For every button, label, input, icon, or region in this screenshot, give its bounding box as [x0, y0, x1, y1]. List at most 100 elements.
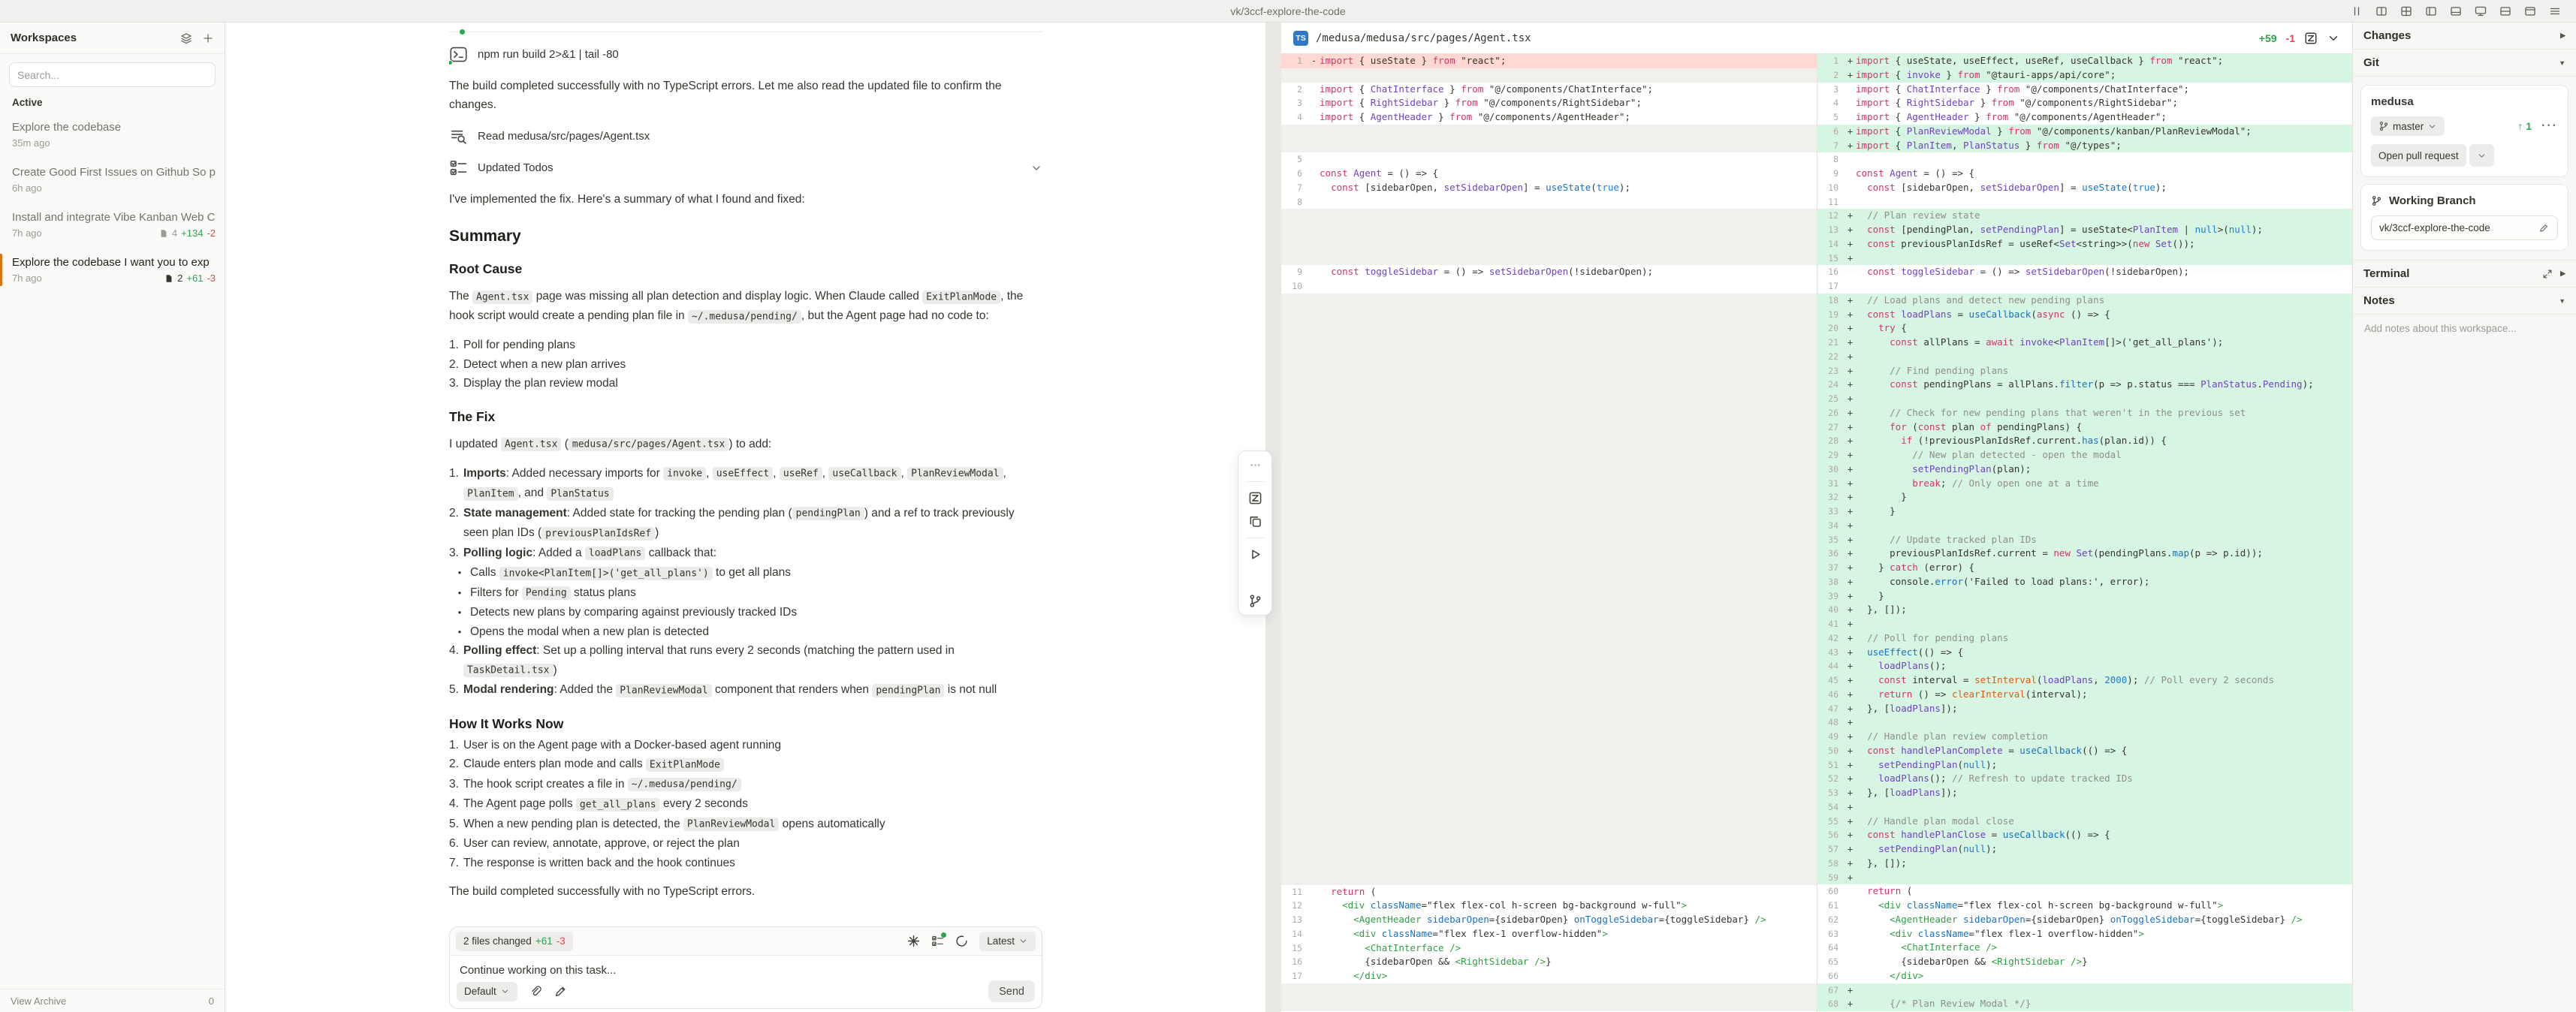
more-options-icon[interactable]: ··· — [2541, 119, 2558, 133]
diff-line[interactable]: 9 const toggleSidebar = () => setSidebar… — [1281, 265, 1817, 279]
diff-line[interactable]: 16 {sidebarOpen && <RightSidebar />} — [1281, 955, 1817, 969]
grid-icon[interactable] — [2400, 5, 2412, 17]
diff-line[interactable]: 41+ — [1817, 617, 2352, 631]
diff-line[interactable]: 25+ — [1817, 392, 2352, 406]
diff-line[interactable]: 19+ const loadPlans = useCallback(async … — [1817, 308, 2352, 322]
diff-line[interactable]: 13 <AgentHeader sidebarOpen={sidebarOpen… — [1281, 913, 1817, 927]
diff-line[interactable]: 1-import { useState } from "react"; — [1281, 54, 1817, 68]
edit-pencil-icon[interactable] — [2538, 222, 2550, 233]
diff-line[interactable]: 1+import { useState, useEffect, useRef, … — [1817, 54, 2352, 68]
diff-line[interactable]: 31+ break; // Only open one at a time — [1817, 477, 2352, 491]
diff-line[interactable]: 14 <div className="flex flex-1 overflow-… — [1281, 927, 1817, 941]
diff-line[interactable]: 6const Agent = () => { — [1281, 167, 1817, 181]
tool-call-row[interactable]: Read medusa/src/pages/Agent.tsx — [449, 127, 1042, 146]
workspace-item[interactable]: Explore the codebase I want you to exp7h… — [0, 248, 225, 291]
diff-line[interactable]: 42+ // Poll for pending plans — [1817, 631, 2352, 646]
pr-dropdown-button[interactable] — [2469, 144, 2494, 167]
panel-bottom-icon[interactable] — [2450, 5, 2462, 17]
view-archive-link[interactable]: View Archive — [11, 995, 66, 1007]
pause-icon[interactable] — [2351, 5, 2363, 17]
diff-line[interactable]: 15+ — [1817, 251, 2352, 266]
diff-line[interactable]: 8 — [1281, 195, 1817, 209]
workspace-item[interactable]: Create Good First Issues on Github So p6… — [0, 158, 225, 201]
diff-line[interactable]: 45+ const interval = setInterval(loadPla… — [1817, 673, 2352, 688]
diff-line[interactable]: 59+ — [1817, 871, 2352, 885]
diff-line[interactable]: 60 return ( — [1817, 884, 2352, 899]
section-terminal[interactable]: Terminal ▶ — [2353, 261, 2576, 288]
branch-select[interactable]: master — [2371, 116, 2445, 136]
diff-line[interactable]: 36+ previousPlanIdsRef.current = new Set… — [1817, 547, 2352, 561]
diff-line[interactable]: 10 — [1281, 279, 1817, 294]
diff-line[interactable]: 46+ return () => clearInterval(interval)… — [1817, 688, 2352, 702]
section-changes[interactable]: Changes ▶ — [2353, 23, 2576, 50]
window-icon[interactable] — [2524, 5, 2536, 17]
open-pr-button[interactable]: Open pull request — [2371, 144, 2466, 167]
diff-line[interactable]: 51+ setPendingPlan(null); — [1817, 758, 2352, 773]
drag-handle-icon[interactable] — [1248, 458, 1262, 472]
search-input[interactable] — [9, 62, 216, 87]
diff-line[interactable]: 48+ — [1817, 715, 2352, 730]
diff-line[interactable]: 6+import { PlanReviewModal } from "@/com… — [1817, 125, 2352, 139]
diff-line[interactable]: 53+ }, [loadPlans]); — [1817, 786, 2352, 800]
diff-line[interactable]: 28+ if (!previousPlanIdsRef.current.has(… — [1817, 434, 2352, 448]
diff-line[interactable]: 9const Agent = () => { — [1817, 167, 2352, 181]
diff-line[interactable]: 11 return ( — [1281, 885, 1817, 899]
diff-line[interactable]: 65 {sidebarOpen && <RightSidebar />} — [1817, 955, 2352, 969]
chevron-down-icon[interactable] — [1030, 162, 1042, 174]
diff-line[interactable]: 33+ } — [1817, 504, 2352, 519]
diff-line[interactable]: 10 const [sidebarOpen, setSidebarOpen] =… — [1817, 181, 2352, 195]
diff-line[interactable]: 2import { ChatInterface } from "@/compon… — [1281, 83, 1817, 97]
pen-icon[interactable] — [554, 985, 567, 998]
diff-line[interactable]: 8 — [1817, 152, 2352, 167]
working-branch-input[interactable]: vk/3ccf-explore-the-code — [2371, 215, 2558, 240]
layers-icon[interactable] — [180, 32, 192, 44]
diff-line[interactable]: 49+ // Handle plan review completion — [1817, 730, 2352, 744]
rows-icon[interactable] — [2499, 5, 2511, 17]
chevron-down-icon[interactable] — [2327, 32, 2340, 45]
notes-placeholder[interactable]: Add notes about this workspace... — [2353, 315, 2576, 342]
diff-line[interactable]: 7+import { PlanItem, PlanStatus } from "… — [1817, 139, 2352, 153]
diff-line[interactable]: 54+ — [1817, 800, 2352, 815]
diff-line[interactable]: 55+ // Handle plan modal close — [1817, 815, 2352, 829]
burst-icon[interactable] — [907, 935, 920, 947]
diff-line[interactable]: 67+ — [1817, 983, 2352, 998]
columns-icon[interactable] — [2375, 5, 2387, 17]
diff-line[interactable]: 30+ setPendingPlan(plan); — [1817, 462, 2352, 477]
diff-line[interactable]: 50+ const handlePlanComplete = useCallba… — [1817, 744, 2352, 758]
diff-line[interactable]: 3import { ChatInterface } from "@/compon… — [1817, 83, 2352, 97]
diff-line[interactable]: 62 <AgentHeader sidebarOpen={sidebarOpen… — [1817, 913, 2352, 927]
tool-call-row[interactable]: Updated Todos — [449, 158, 1042, 177]
diff-line[interactable]: 14+ const previousPlanIdsRef = useRef<Se… — [1817, 237, 2352, 251]
monitor-icon[interactable] — [2475, 5, 2487, 17]
git-branch-icon[interactable] — [1248, 594, 1262, 608]
diff-line[interactable]: 17 — [1817, 279, 2352, 294]
diff-line[interactable]: 13+ const [pendingPlan, setPendingPlan] … — [1817, 223, 2352, 237]
diff-line[interactable]: 63 <div className="flex flex-1 overflow-… — [1817, 927, 2352, 941]
attach-file-icon[interactable] — [529, 985, 542, 998]
add-workspace-icon[interactable] — [202, 32, 214, 44]
diff-line[interactable]: 2+import { invoke } from "@tauri-apps/ap… — [1817, 68, 2352, 83]
todos-status-icon[interactable] — [931, 935, 944, 947]
diff-line[interactable]: 68+ {/* Plan Review Modal */} — [1817, 997, 2352, 1011]
diff-line[interactable]: 16 const toggleSidebar = () => setSideba… — [1817, 265, 2352, 279]
workspace-item[interactable]: Install and integrate Vibe Kanban Web C7… — [0, 203, 225, 246]
diff-line[interactable]: 35+ // Update tracked plan IDs — [1817, 533, 2352, 547]
diff-line[interactable]: 24+ const pendingPlans = allPlans.filter… — [1817, 378, 2352, 392]
expand-icon[interactable] — [2542, 269, 2553, 279]
sidebar-left-icon[interactable] — [2425, 5, 2437, 17]
diff-line[interactable]: 52+ loadPlans(); // Refresh to update tr… — [1817, 772, 2352, 786]
diff-line[interactable]: 5import { AgentHeader } from "@/componen… — [1817, 110, 2352, 125]
section-notes[interactable]: Notes ▼ — [2353, 288, 2576, 315]
diff-line[interactable]: 3import { RightSidebar } from "@/compone… — [1281, 96, 1817, 110]
diff-line[interactable]: 26+ // Check for new pending plans that … — [1817, 406, 2352, 420]
section-git[interactable]: Git ▼ — [2353, 50, 2576, 77]
diff-line[interactable]: 43+ useEffect(() => { — [1817, 646, 2352, 660]
diff-line[interactable]: 22+ — [1817, 350, 2352, 364]
mode-select[interactable]: Default — [457, 982, 517, 1001]
diff-line[interactable]: 40+ }, []); — [1817, 603, 2352, 617]
diff-line[interactable]: 57+ setPendingPlan(null); — [1817, 842, 2352, 857]
workspace-item[interactable]: Explore the codebase35m ago — [0, 113, 225, 156]
files-changed-pill[interactable]: 2 files changed +61 -3 — [456, 932, 573, 951]
diff-line[interactable]: 15 <ChatInterface /> — [1281, 941, 1817, 956]
diff-line[interactable]: 21+ const allPlans = await invoke<PlanIt… — [1817, 336, 2352, 350]
